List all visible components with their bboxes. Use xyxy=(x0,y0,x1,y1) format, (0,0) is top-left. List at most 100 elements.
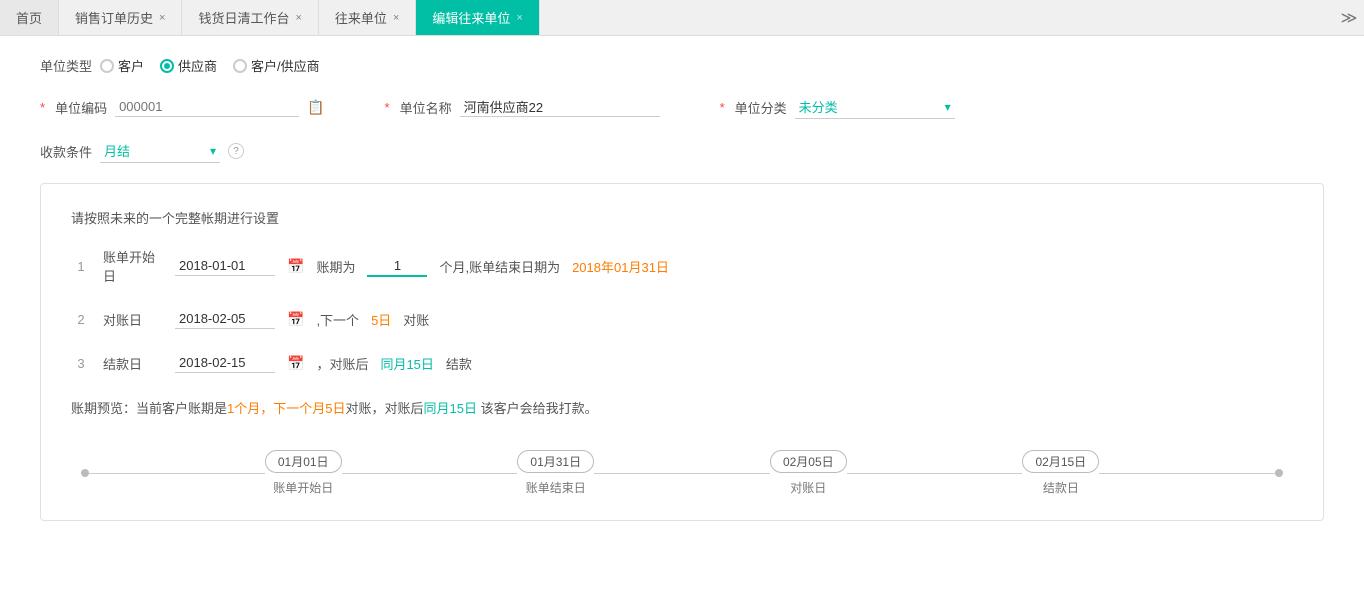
billing-start-date-calendar-icon[interactable]: 📅 xyxy=(287,258,304,275)
timeline-label-3: 对账日 xyxy=(790,479,826,496)
billing-start-date-input[interactable] xyxy=(175,256,275,276)
preview-reconcile-day: 下一个月5日 xyxy=(273,401,345,416)
payment-terms-dropdown[interactable]: 月结 ▾ xyxy=(100,139,220,163)
timeline-line-5 xyxy=(1099,473,1275,474)
timeline-badge-2: 01月31日 xyxy=(517,450,594,473)
timeline-badge-1: 01月01日 xyxy=(265,450,342,473)
billing-row-3: 3 结款日 📅 ，对账后 同月15日 结款 xyxy=(71,353,1293,373)
tab-sales-history-label: 销售订单历史 xyxy=(75,8,153,27)
billing-row-3-type: 结款日 xyxy=(103,354,163,373)
timeline: 01月01日 账单开始日 01月31日 账单结束日 02月05日 对账日 02月… xyxy=(71,440,1293,496)
radio-both[interactable]: 客户/供应商 xyxy=(233,56,320,75)
radio-customer-circle xyxy=(100,59,114,73)
unit-code-field: * 单位编码 📋 xyxy=(40,97,325,117)
billing-row-2-highlight: 5日 xyxy=(371,310,391,329)
reconciliation-date-input[interactable] xyxy=(175,309,275,329)
unit-type-label: 单位类型 xyxy=(40,56,92,75)
tab-expand-button[interactable]: ≫ xyxy=(1334,0,1364,35)
payment-terms-label: 收款条件 xyxy=(40,142,92,161)
timeline-line-2 xyxy=(342,473,518,474)
preview-label: 账期预览：当前客户账期是 xyxy=(71,401,227,416)
unit-name-input[interactable] xyxy=(460,97,660,117)
tab-partner-unit[interactable]: 往来单位 × xyxy=(319,0,416,35)
tab-edit-partner-label: 编辑往来单位 xyxy=(432,8,510,27)
radio-supplier-circle xyxy=(160,59,174,73)
radio-customer[interactable]: 客户 xyxy=(100,56,144,75)
billing-row-3-number: 3 xyxy=(71,356,91,371)
billing-end-date-highlight: 2018年01月31日 xyxy=(572,257,669,276)
billing-row-1: 1 账单开始日 📅 账期为 个月,账单结束日期为 2018年01月31日 xyxy=(71,247,1293,285)
card-instruction: 请按照未来的一个完整帐期进行设置 xyxy=(71,208,1293,227)
tab-bar: 首页 销售订单历史 × 钱货日清工作台 × 往来单位 × 编辑往来单位 × ≫ xyxy=(0,0,1364,36)
preview-text: 账期预览：当前客户账期是1个月，下一个月5日对账，对账后同月15日 该客户会给我… xyxy=(71,397,1293,420)
unit-code-copy-icon[interactable]: 📋 xyxy=(307,99,324,116)
payment-date-input[interactable] xyxy=(175,353,275,373)
payment-terms-value: 月结 xyxy=(104,141,206,160)
unit-category-required: * xyxy=(720,100,725,115)
timeline-line-4 xyxy=(847,473,1023,474)
billing-row-1-period-suffix: 个月,账单结束日期为 xyxy=(439,257,560,276)
timeline-badge-4: 02月15日 xyxy=(1022,450,1099,473)
main-content: 单位类型 客户 供应商 客户/供应商 * 单位编码 xyxy=(0,36,1364,608)
tab-sales-history[interactable]: 销售订单历史 × xyxy=(59,0,182,35)
timeline-point-2: 01月31日 账单结束日 xyxy=(517,450,594,496)
unit-category-label: 单位分类 xyxy=(735,98,787,117)
unit-type-field: 单位类型 客户 供应商 客户/供应商 xyxy=(40,56,320,75)
unit-category-arrow-icon: ▾ xyxy=(945,100,951,114)
billing-row-2-suffix: 对账 xyxy=(403,310,429,329)
timeline-label-4: 结款日 xyxy=(1043,479,1079,496)
payment-terms-help-icon[interactable]: ? xyxy=(228,143,244,159)
timeline-left-dot xyxy=(81,469,89,477)
unit-category-field: * 单位分类 未分类 ▾ xyxy=(720,95,955,119)
billing-row-3-highlight: 同月15日 xyxy=(380,354,433,373)
preview-payment-day: 同月15日 xyxy=(424,401,477,416)
unit-type-radio-group: 客户 供应商 客户/供应商 xyxy=(100,56,320,75)
unit-type-row: 单位类型 客户 供应商 客户/供应商 xyxy=(40,56,1324,75)
billing-row-2-number: 2 xyxy=(71,312,91,327)
billing-row-3-suffix: 结款 xyxy=(446,354,472,373)
billing-row-2-type: 对账日 xyxy=(103,310,163,329)
unit-info-row: * 单位编码 📋 * 单位名称 * 单位分类 未分类 ▾ xyxy=(40,95,1324,119)
radio-supplier[interactable]: 供应商 xyxy=(160,56,217,75)
tab-edit-partner[interactable]: 编辑往来单位 × xyxy=(416,0,539,35)
timeline-line-3 xyxy=(594,473,770,474)
unit-category-dropdown[interactable]: 未分类 ▾ xyxy=(795,95,955,119)
payment-terms-row: 收款条件 月结 ▾ ? xyxy=(40,139,1324,163)
radio-customer-label: 客户 xyxy=(118,56,144,75)
payment-date-calendar-icon[interactable]: 📅 xyxy=(287,355,304,372)
timeline-label-2: 账单结束日 xyxy=(526,479,586,496)
billing-row-1-period-label: 账期为 xyxy=(316,257,355,276)
unit-name-required: * xyxy=(385,100,390,115)
timeline-point-3: 02月05日 对账日 xyxy=(770,450,847,496)
tab-home-label: 首页 xyxy=(16,8,42,27)
unit-code-label: 单位编码 xyxy=(55,98,107,117)
tab-cash-work-close[interactable]: × xyxy=(295,12,301,24)
billing-row-1-number: 1 xyxy=(71,259,91,274)
timeline-point-1: 01月01日 账单开始日 xyxy=(265,450,342,496)
billing-row-3-prefix: ，对账后 xyxy=(316,354,368,373)
preview-end: 该客户会给我打款。 xyxy=(477,401,598,416)
radio-both-label: 客户/供应商 xyxy=(251,56,320,75)
preview-mid: 对账，对账后 xyxy=(345,401,423,416)
tab-sales-history-close[interactable]: × xyxy=(159,12,165,24)
tab-partner-unit-label: 往来单位 xyxy=(335,8,387,27)
timeline-line-1 xyxy=(89,473,265,474)
tab-partner-unit-close[interactable]: × xyxy=(393,12,399,24)
payment-terms-arrow-icon: ▾ xyxy=(210,144,216,158)
reconciliation-date-calendar-icon[interactable]: 📅 xyxy=(287,311,304,328)
timeline-label-1: 账单开始日 xyxy=(273,479,333,496)
billing-row-1-type: 账单开始日 xyxy=(103,247,163,285)
radio-both-circle xyxy=(233,59,247,73)
tab-cash-work-label: 钱货日清工作台 xyxy=(198,8,289,27)
tab-home[interactable]: 首页 xyxy=(0,0,59,35)
tab-edit-partner-close[interactable]: × xyxy=(516,12,522,24)
preview-period: 1个月， xyxy=(227,401,273,416)
unit-code-required: * xyxy=(40,100,45,115)
unit-name-field: * 单位名称 xyxy=(385,97,660,117)
radio-supplier-label: 供应商 xyxy=(178,56,217,75)
billing-period-input[interactable] xyxy=(367,256,427,277)
payment-terms-field: 收款条件 月结 ▾ ? xyxy=(40,139,244,163)
billing-row-2: 2 对账日 📅 ,下一个 5日 对账 xyxy=(71,309,1293,329)
tab-cash-work[interactable]: 钱货日清工作台 × xyxy=(182,0,318,35)
unit-code-input[interactable] xyxy=(115,97,299,117)
